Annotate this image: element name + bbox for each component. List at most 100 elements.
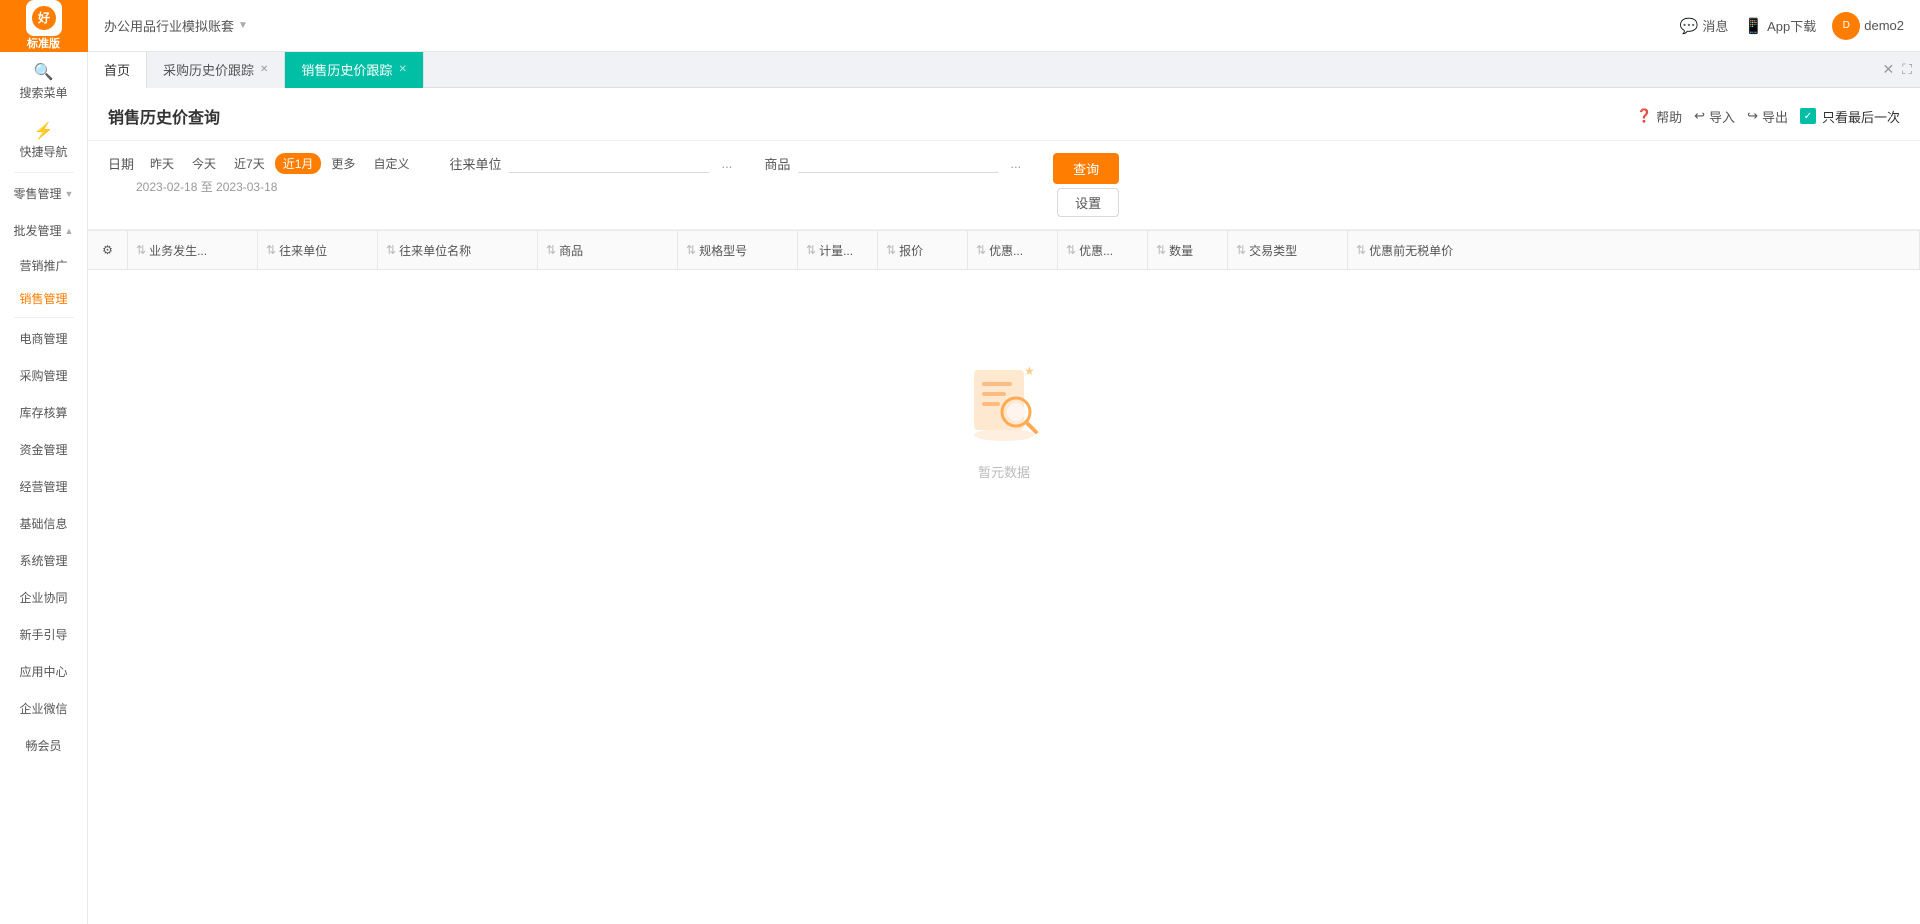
th-spec[interactable]: ⇅ 规格型号 [678, 231, 798, 269]
tab-home[interactable]: 首页 [88, 52, 147, 88]
chevron-up-icon: ▲ [65, 226, 74, 236]
tab-sales-history[interactable]: 销售历史价跟踪 ✕ [285, 52, 423, 88]
th-unit[interactable]: ⇅ 计量... [798, 231, 878, 269]
sidebar-item-inventory[interactable]: 库存核算 [0, 394, 88, 431]
sidebar-item-business-mgmt[interactable]: 经营管理 [0, 468, 88, 505]
date-option-1month[interactable]: 近1月 [275, 153, 322, 174]
tab-purchase-label: 采购历史价跟踪 [163, 60, 254, 79]
sort-icon: ⇅ [546, 243, 556, 257]
page-header: 销售历史价查询 ❓ 帮助 ↩ 导入 ↪ 导出 ✓ 只 [88, 88, 1920, 141]
app-download-btn[interactable]: 📱 App下载 [1744, 16, 1816, 35]
date-option-more[interactable]: 更多 [323, 153, 363, 174]
partner-input[interactable] [509, 153, 709, 173]
message-btn[interactable]: 💬 消息 [1680, 16, 1729, 35]
avatar: D [1832, 12, 1860, 40]
sort-icon: ⇅ [1356, 243, 1366, 257]
sidebar-item-ecommerce[interactable]: 电商管理 [0, 320, 88, 357]
maximize-btn[interactable]: ⛶ [1902, 61, 1912, 78]
sidebar-item-app-center[interactable]: 应用中心 [0, 653, 88, 690]
mobile-icon: 📱 [1744, 17, 1763, 35]
export-btn[interactable]: ↪ 导出 [1747, 107, 1788, 126]
sort-icon: ⇅ [136, 243, 146, 257]
sidebar-item-search-menu[interactable]: 🔍 搜索菜单 [0, 52, 88, 111]
sort-icon: ⇅ [266, 243, 276, 257]
product-search-icon[interactable]: ... [1010, 156, 1021, 171]
sort-icon: ⇅ [976, 243, 986, 257]
close-all-btn[interactable]: ✕ [1882, 61, 1894, 78]
th-price[interactable]: ⇅ 报价 [878, 231, 968, 269]
sidebar-item-finance[interactable]: 资金管理 [0, 431, 88, 468]
sidebar-item-marketing[interactable]: 营销推广 [9, 249, 77, 282]
sidebar-item-enterprise[interactable]: 企业协同 [0, 579, 88, 616]
th-product[interactable]: ⇅ 商品 [538, 231, 678, 269]
tab-home-label: 首页 [104, 60, 130, 79]
help-icon: ❓ [1636, 108, 1652, 124]
empty-state: ★ 暂元数据 [88, 270, 1920, 561]
no-data-icon: ★ [954, 350, 1054, 450]
topbar: 办公用品行业模拟账套 ▼ 💬 消息 📱 App下载 D demo2 [88, 0, 1920, 52]
sidebar-item-purchase-mgmt[interactable]: 采购管理 [0, 357, 88, 394]
table-header: ⚙ ⇅ 业务发生... ⇅ 往来单位 ⇅ 往来单位名称 ⇅ 商品 ⇅ 规格型号 [88, 230, 1920, 270]
th-qty[interactable]: ⇅ 数量 [1148, 231, 1228, 269]
date-option-7days[interactable]: 近7天 [226, 153, 273, 174]
sidebar-item-wechat[interactable]: 企业微信 [0, 690, 88, 727]
account-dropdown[interactable]: 办公用品行业模拟账套 ▼ [104, 16, 248, 35]
th-discount2[interactable]: ⇅ 优惠... [1058, 231, 1148, 269]
th-partner-name[interactable]: ⇅ 往来单位名称 [378, 231, 538, 269]
th-partner-code[interactable]: ⇅ 往来单位 [258, 231, 378, 269]
query-button[interactable]: 查询 [1053, 153, 1119, 184]
sidebar-item-newbie[interactable]: 新手引导 [0, 616, 88, 653]
tab-sales-label: 销售历史价跟踪 [301, 60, 392, 79]
th-settings[interactable]: ⚙ [88, 231, 128, 269]
th-trade-type[interactable]: ⇅ 交易类型 [1228, 231, 1348, 269]
page-title: 销售历史价查询 [108, 104, 220, 128]
product-input[interactable] [798, 153, 998, 173]
account-name: 办公用品行业模拟账套 [104, 16, 234, 35]
th-pretax-price[interactable]: ⇅ 优惠前无税单价 [1348, 231, 1920, 269]
app-name: 标准版 [27, 38, 60, 51]
product-filter-group: 商品 ... [764, 153, 1021, 173]
checkbox-icon: ✓ [1800, 108, 1816, 124]
date-option-custom[interactable]: 自定义 [365, 153, 417, 174]
svg-text:好: 好 [36, 10, 49, 25]
help-btn[interactable]: ❓ 帮助 [1636, 107, 1682, 126]
sidebar-item-basic-info[interactable]: 基础信息 [0, 505, 88, 542]
divider2 [14, 317, 74, 318]
th-business-date[interactable]: ⇅ 业务发生... [128, 231, 258, 269]
app-logo: 好 标准版 [0, 0, 88, 52]
date-option-today[interactable]: 今天 [184, 153, 224, 174]
sidebar-item-member[interactable]: 畅会员 [0, 727, 88, 764]
topbar-right: 💬 消息 📱 App下载 D demo2 [1680, 12, 1904, 40]
sidebar-item-quick-nav[interactable]: ⚡ 快捷导航 [0, 111, 88, 170]
sort-icon: ⇅ [806, 243, 816, 257]
close-icon[interactable]: ✕ [260, 64, 268, 75]
sort-icon: ⇅ [386, 243, 396, 257]
user-menu[interactable]: D demo2 [1832, 12, 1904, 40]
export-icon: ↪ [1747, 108, 1758, 124]
sidebar-item-sys-mgmt[interactable]: 系统管理 [0, 542, 88, 579]
sort-icon: ⇅ [1236, 243, 1246, 257]
partner-search-icon[interactable]: ... [721, 156, 732, 171]
page-actions: ❓ 帮助 ↩ 导入 ↪ 导出 ✓ 只看最后一次 [1636, 107, 1900, 126]
sidebar-item-wholesale-mgmt[interactable]: 批发管理 ▲ [0, 212, 88, 249]
product-label: 商品 [764, 154, 790, 173]
date-filter-group: 日期 昨天 今天 近7天 近1月 更多 自定义 2023-02-18 至 202… [108, 153, 417, 195]
only-last-checkbox-wrapper[interactable]: ✓ 只看最后一次 [1800, 107, 1900, 126]
sidebar-item-sales-mgmt[interactable]: 销售管理 [9, 282, 77, 315]
date-option-yesterday[interactable]: 昨天 [142, 153, 182, 174]
close-icon[interactable]: ✕ [398, 64, 406, 75]
divider [14, 172, 74, 173]
username: demo2 [1864, 18, 1904, 33]
tab-purchase-history[interactable]: 采购历史价跟踪 ✕ [147, 52, 285, 88]
action-buttons: 查询 设置 [1053, 153, 1119, 217]
settings-button[interactable]: 设置 [1057, 188, 1119, 217]
import-icon: ↩ [1694, 108, 1705, 124]
svg-text:★: ★ [1024, 364, 1035, 378]
logo-icon: 好 [30, 4, 58, 32]
import-btn[interactable]: ↩ 导入 [1694, 107, 1735, 126]
tabbar-actions: ✕ ⛶ [1882, 61, 1920, 78]
sidebar-item-retail-mgmt[interactable]: 零售管理 ▼ [0, 175, 88, 212]
th-discount1[interactable]: ⇅ 优惠... [968, 231, 1058, 269]
topbar-left: 办公用品行业模拟账套 ▼ [104, 16, 248, 35]
chevron-down-icon: ▼ [238, 20, 248, 31]
